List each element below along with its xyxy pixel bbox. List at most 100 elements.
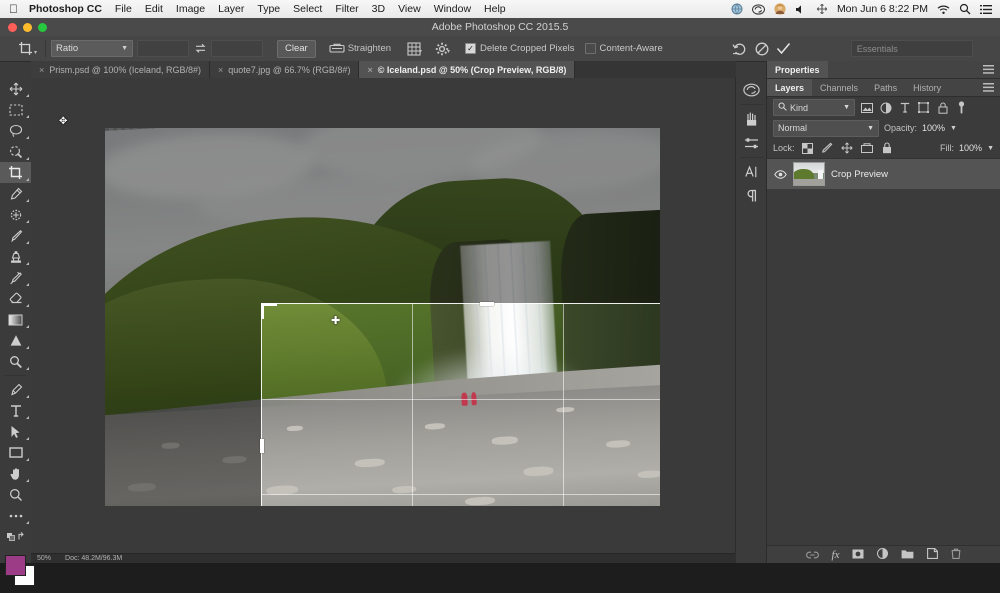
pixel-layer-filter-icon[interactable]	[859, 100, 874, 115]
globe-icon[interactable]	[731, 3, 743, 15]
document-tab-prism[interactable]: × Prism.psd @ 100% (Iceland, RGB/8#)	[31, 61, 210, 78]
straighten-icon[interactable]	[326, 39, 348, 59]
menu-item-edit[interactable]: Edit	[145, 3, 163, 15]
adjustment-layer-filter-icon[interactable]	[878, 100, 893, 115]
layer-style-fx-icon[interactable]: fx	[832, 549, 840, 561]
foreground-color-swatch[interactable]	[5, 555, 26, 576]
marquee-tool[interactable]	[0, 99, 31, 120]
wifi-icon[interactable]	[937, 4, 950, 15]
delete-cropped-pixels-checkbox[interactable]: ✓ Delete Cropped Pixels	[465, 43, 575, 54]
status-doc-size[interactable]: Doc: 48.2M/96.3M	[65, 555, 122, 562]
tab-channels[interactable]: Channels	[812, 79, 866, 96]
swap-arrows-icon[interactable]	[189, 43, 211, 54]
brushes-icon[interactable]	[736, 107, 767, 131]
crop-tool[interactable]	[0, 162, 31, 183]
link-layers-icon[interactable]	[806, 546, 819, 564]
new-layer-icon[interactable]	[927, 546, 938, 564]
menu-item-file[interactable]: File	[115, 3, 132, 15]
clone-stamp-tool[interactable]	[0, 246, 31, 267]
menu-item-image[interactable]: Image	[176, 3, 205, 15]
crop-width-field[interactable]	[137, 40, 189, 57]
type-tool[interactable]	[0, 400, 31, 421]
gradient-tool[interactable]	[0, 309, 31, 330]
panel-menu-icon[interactable]	[977, 61, 1000, 78]
document-canvas[interactable]: ✚	[105, 128, 660, 506]
pen-tool[interactable]	[0, 379, 31, 400]
default-colors-icon[interactable]	[0, 526, 31, 547]
chevron-down-icon[interactable]: ▾	[34, 49, 37, 56]
quick-selection-tool[interactable]	[0, 141, 31, 162]
hand-tool[interactable]	[0, 463, 31, 484]
crop-height-field[interactable]	[211, 40, 263, 57]
move-tool[interactable]	[0, 78, 31, 99]
rectangle-tool[interactable]	[0, 442, 31, 463]
dropbox-icon[interactable]	[816, 3, 828, 15]
menu-app-name[interactable]: Photoshop CC	[29, 3, 102, 15]
delete-layer-icon[interactable]	[951, 546, 961, 564]
dodge-tool[interactable]	[0, 351, 31, 372]
opacity-value[interactable]: 100%	[922, 123, 945, 133]
history-brush-tool[interactable]	[0, 267, 31, 288]
menu-item-window[interactable]: Window	[434, 3, 471, 15]
toggle-filter-icon[interactable]	[954, 100, 969, 115]
lock-all-icon[interactable]	[880, 141, 895, 156]
status-zoom[interactable]: 50%	[37, 555, 51, 562]
lock-image-pixels-icon[interactable]	[820, 141, 835, 156]
edit-toolbar-button[interactable]	[0, 505, 31, 526]
new-adjustment-layer-icon[interactable]	[877, 546, 888, 564]
close-icon[interactable]: ×	[39, 65, 44, 75]
menu-item-3d[interactable]: 3D	[372, 3, 385, 15]
clear-button[interactable]: Clear	[277, 40, 316, 58]
chevron-down-icon[interactable]: ▼	[987, 145, 994, 152]
smart-object-filter-icon[interactable]	[935, 100, 950, 115]
menu-item-layer[interactable]: Layer	[218, 3, 244, 15]
tab-paths[interactable]: Paths	[866, 79, 905, 96]
shape-layer-filter-icon[interactable]	[916, 100, 931, 115]
workspace-selector[interactable]: Essentials	[851, 40, 973, 57]
menu-item-view[interactable]: View	[398, 3, 421, 15]
creative-cloud-icon[interactable]	[752, 4, 765, 15]
paragraph-pilcrow-icon[interactable]	[736, 184, 767, 208]
blur-tool[interactable]	[0, 330, 31, 351]
sliders-icon[interactable]	[736, 131, 767, 155]
content-aware-checkbox[interactable]: ✓ Content-Aware	[585, 43, 663, 54]
chevron-down-icon[interactable]: ▼	[950, 125, 957, 132]
tab-properties[interactable]: Properties	[767, 61, 828, 78]
layer-row-crop-preview[interactable]: Crop Preview	[767, 159, 1000, 189]
user-avatar-icon[interactable]	[774, 3, 786, 15]
crop-handle-middle-left[interactable]	[260, 439, 264, 453]
creative-cloud-icon[interactable]	[736, 78, 767, 102]
add-layer-mask-icon[interactable]	[852, 546, 864, 564]
layer-filter-kind-dropdown[interactable]: Kind ▼	[773, 99, 855, 116]
chevron-down-icon[interactable]: ▾	[419, 48, 422, 55]
reset-icon[interactable]	[729, 39, 751, 59]
eyedropper-tool[interactable]	[0, 183, 31, 204]
brush-tool[interactable]	[0, 225, 31, 246]
character-A-icon[interactable]	[736, 160, 767, 184]
document-tab-iceland[interactable]: × © Iceland.psd @ 50% (Crop Preview, RGB…	[359, 61, 575, 78]
layer-name[interactable]: Crop Preview	[831, 169, 888, 180]
apple-icon[interactable]: 	[9, 3, 18, 15]
color-swatches[interactable]	[0, 553, 31, 593]
eraser-tool[interactable]	[0, 288, 31, 309]
notification-center-icon[interactable]	[980, 4, 992, 15]
straighten-label[interactable]: Straighten	[348, 43, 391, 54]
search-icon[interactable]	[959, 3, 971, 15]
commit-check-icon[interactable]	[773, 39, 795, 59]
crop-tool-icon[interactable]: ▾	[10, 37, 40, 60]
ratio-dropdown[interactable]: Ratio ▼	[51, 40, 133, 57]
path-selection-tool[interactable]	[0, 421, 31, 442]
lasso-tool[interactable]	[0, 120, 31, 141]
menu-item-type[interactable]: Type	[257, 3, 280, 15]
tab-layers[interactable]: Layers	[767, 79, 812, 96]
healing-brush-tool[interactable]	[0, 204, 31, 225]
fill-value[interactable]: 100%	[959, 143, 982, 153]
crop-handle-top-center[interactable]	[480, 302, 494, 306]
layer-visibility-eye-icon[interactable]	[773, 170, 787, 179]
grid-overlay-icon[interactable]: ▾	[403, 39, 425, 59]
type-layer-filter-icon[interactable]	[897, 100, 912, 115]
close-icon[interactable]: ×	[218, 65, 223, 75]
zoom-tool[interactable]	[0, 484, 31, 505]
cancel-icon[interactable]	[751, 39, 773, 59]
menu-bar-datetime[interactable]: Mon Jun 6 8:22 PM	[837, 3, 928, 15]
